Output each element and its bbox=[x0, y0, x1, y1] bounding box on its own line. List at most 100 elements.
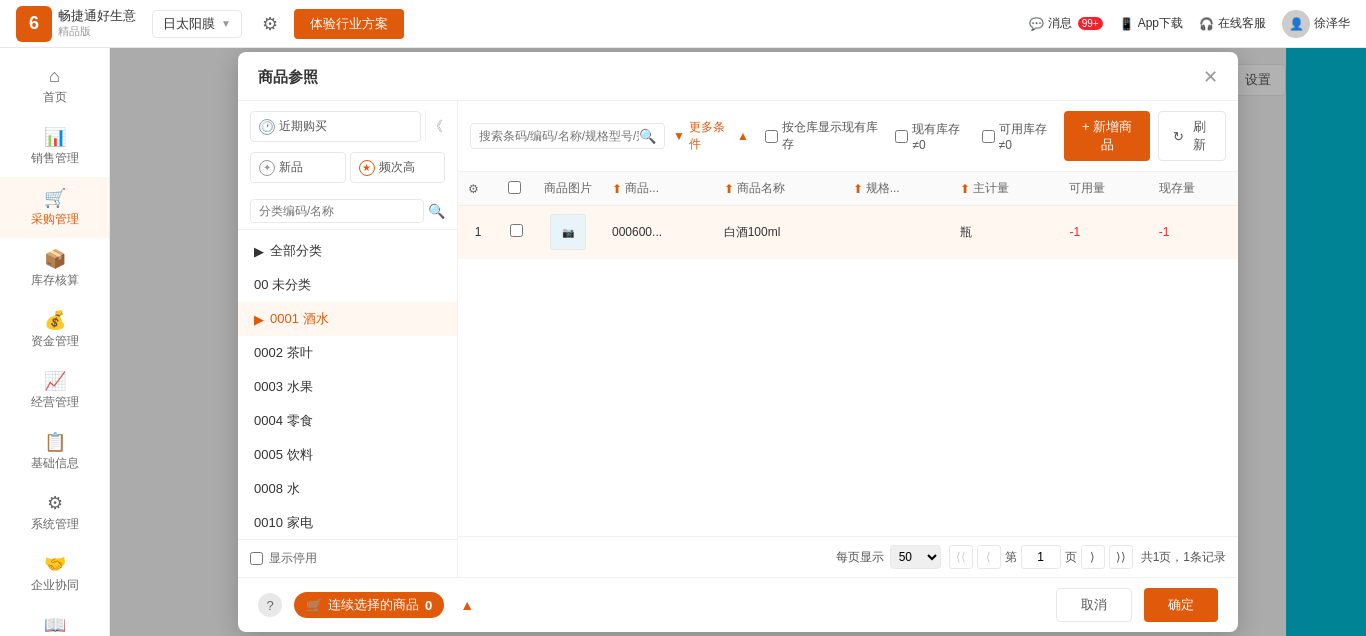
category-search-input[interactable] bbox=[250, 199, 424, 223]
category-0003[interactable]: 0003 水果 bbox=[238, 370, 457, 404]
chevron-up-icon: ▲ bbox=[737, 129, 749, 143]
expand-icon: ▶ bbox=[254, 244, 264, 259]
category-all[interactable]: ▶ 全部分类 bbox=[238, 234, 457, 268]
cart-badge[interactable]: 🛒 连续选择的商品 0 bbox=[294, 592, 444, 618]
new-products-button[interactable]: ✦ 新品 bbox=[250, 152, 346, 183]
logo-text: 畅捷通好生意 bbox=[58, 8, 136, 25]
category-0001[interactable]: ▶ 0001 酒水 bbox=[238, 302, 457, 336]
th-available[interactable]: 可用量 bbox=[1059, 172, 1148, 206]
check-usable-label[interactable]: 可用库存≠0 bbox=[982, 121, 1056, 152]
inventory-icon: 📦 bbox=[44, 248, 66, 270]
first-page-button[interactable]: ⟨⟨ bbox=[949, 545, 973, 569]
th-image[interactable]: 商品图片 bbox=[534, 172, 602, 206]
close-button[interactable]: ✕ bbox=[1203, 66, 1218, 88]
category-0010[interactable]: 0010 家电 bbox=[238, 506, 457, 539]
show-disabled-checkbox[interactable] bbox=[250, 552, 263, 565]
product-search-input[interactable] bbox=[479, 129, 639, 143]
sidebar-item-inventory[interactable]: 📦 库存核算 bbox=[0, 238, 109, 299]
sort-icon-unit: ⬆ bbox=[960, 182, 970, 196]
check-usable-ne0[interactable] bbox=[982, 130, 995, 143]
category-search-icon[interactable]: 🔍 bbox=[428, 203, 445, 219]
row-checkbox[interactable] bbox=[510, 224, 523, 237]
collapse-left-button[interactable]: 《 bbox=[425, 111, 445, 142]
action-buttons: + 新增商品 ↻ 刷新 bbox=[1064, 111, 1226, 161]
table-header: ⚙ 商品图片 bbox=[458, 172, 1238, 206]
td-name: 白酒100ml bbox=[714, 206, 843, 259]
check-warehouse-label[interactable]: 按仓库显示现有库存 bbox=[765, 119, 884, 153]
sidebar-item-finance[interactable]: 💰 资金管理 bbox=[0, 299, 109, 360]
th-name[interactable]: ⬆ 商品名称 bbox=[714, 172, 843, 206]
quick-btns: ✦ 新品 ★ 频次高 bbox=[238, 152, 457, 193]
sidebar-item-home[interactable]: ⌂ 首页 bbox=[0, 56, 109, 116]
message-icon: 💬 bbox=[1029, 17, 1044, 31]
sidebar-item-basic[interactable]: 📋 基础信息 bbox=[0, 421, 109, 482]
modal-title: 商品参照 bbox=[258, 68, 318, 87]
content-area: 查询 设置 刷新 商品参照 ✕ bbox=[110, 48, 1366, 636]
messages-button[interactable]: 💬 消息 99+ bbox=[1029, 15, 1103, 32]
filter-icon: ▼ bbox=[673, 129, 685, 143]
category-00[interactable]: 00 未分类 bbox=[238, 268, 457, 302]
nav-selector[interactable]: 日太阳膜 ▼ bbox=[152, 10, 242, 38]
th-unit[interactable]: ⬆ 主计量 bbox=[950, 172, 1060, 206]
add-product-button[interactable]: + 新增商品 bbox=[1064, 111, 1150, 161]
refresh-button[interactable]: ↻ 刷新 bbox=[1158, 111, 1226, 161]
cancel-button[interactable]: 取消 bbox=[1056, 588, 1132, 622]
category-0002[interactable]: 0002 茶叶 bbox=[238, 336, 457, 370]
app-download-button[interactable]: 📱 App下载 bbox=[1119, 15, 1183, 32]
th-settings[interactable]: ⚙ bbox=[458, 172, 498, 206]
sidebar-item-system[interactable]: ⚙ 系统管理 bbox=[0, 482, 109, 543]
modal-overlay: 商品参照 ✕ 🕐 近期购买 《 bbox=[110, 48, 1366, 636]
category-0008[interactable]: 0008 水 bbox=[238, 472, 457, 506]
nav-right: 💬 消息 99+ 📱 App下载 🎧 在线客服 👤 徐泽华 bbox=[1029, 10, 1350, 38]
sidebar-item-sales[interactable]: 📊 销售管理 bbox=[0, 116, 109, 177]
td-image: 📷 bbox=[534, 206, 602, 259]
cart-icon: 🛒 bbox=[306, 598, 322, 613]
frequent-button[interactable]: ★ 频次高 bbox=[350, 152, 446, 183]
recent-icon: 🕐 bbox=[259, 119, 275, 135]
check-available-label[interactable]: 现有库存≠0 bbox=[895, 121, 969, 152]
filter-checkboxes: 按仓库显示现有库存 现有库存≠0 可用库存≠0 bbox=[765, 119, 1056, 153]
sidebar-item-operations[interactable]: 📈 经营管理 bbox=[0, 360, 109, 421]
sidebar-item-guide[interactable]: 📖 新手引导 bbox=[0, 604, 109, 636]
frequent-icon: ★ bbox=[359, 160, 375, 176]
basic-info-icon: 📋 bbox=[44, 431, 66, 453]
avatar: 👤 bbox=[1282, 10, 1310, 38]
collapse-footer-button[interactable]: ▲ bbox=[460, 597, 474, 613]
phone-icon: 📱 bbox=[1119, 17, 1134, 31]
guide-icon: 📖 bbox=[44, 614, 66, 636]
product-search-icon[interactable]: 🔍 bbox=[639, 128, 656, 144]
sidebar-item-collab[interactable]: 🤝 企业协同 bbox=[0, 543, 109, 604]
last-page-button[interactable]: ⟩⟩ bbox=[1109, 545, 1133, 569]
th-checkbox[interactable] bbox=[498, 172, 534, 206]
check-available-ne0[interactable] bbox=[895, 130, 908, 143]
chevron-down-icon: ▼ bbox=[221, 18, 231, 29]
logo: 6 畅捷通好生意 精品版 bbox=[16, 6, 136, 42]
confirm-button[interactable]: 确定 bbox=[1144, 588, 1218, 622]
finance-icon: 💰 bbox=[44, 309, 66, 331]
per-page-select[interactable]: 50 100 200 bbox=[890, 545, 941, 569]
table-row[interactable]: 1 📷 000600... 白酒100ml bbox=[458, 206, 1238, 259]
prev-page-button[interactable]: ⟨ bbox=[977, 545, 1001, 569]
check-warehouse[interactable] bbox=[765, 130, 778, 143]
cta-button[interactable]: 体验行业方案 bbox=[294, 9, 404, 39]
total-records: 共1页，1条记录 bbox=[1141, 549, 1226, 566]
settings-icon[interactable]: ⚙ bbox=[254, 8, 286, 40]
modal-body: 🕐 近期购买 《 ✦ 新品 ★ 频次 bbox=[238, 101, 1238, 577]
th-spec[interactable]: ⬆ 规格... bbox=[843, 172, 950, 206]
sidebar-item-purchase[interactable]: 🛒 采购管理 bbox=[0, 177, 109, 238]
help-button[interactable]: ? bbox=[258, 593, 282, 617]
th-stock[interactable]: 现存量 bbox=[1149, 172, 1238, 206]
recent-purchase-button[interactable]: 🕐 近期购买 bbox=[250, 111, 421, 142]
td-check[interactable] bbox=[498, 206, 534, 259]
more-conditions-button[interactable]: ▼ 更多条件 ▲ bbox=[673, 119, 749, 153]
online-service-button[interactable]: 🎧 在线客服 bbox=[1199, 15, 1266, 32]
select-all-checkbox[interactable] bbox=[508, 181, 521, 194]
cart-count: 0 bbox=[425, 598, 432, 613]
next-page-button[interactable]: ⟩ bbox=[1081, 545, 1105, 569]
th-code[interactable]: ⬆ 商品... bbox=[602, 172, 714, 206]
category-0004[interactable]: 0004 零食 bbox=[238, 404, 457, 438]
user-menu[interactable]: 👤 徐泽华 bbox=[1282, 10, 1350, 38]
product-reference-modal: 商品参照 ✕ 🕐 近期购买 《 bbox=[238, 52, 1238, 632]
category-0005[interactable]: 0005 饮料 bbox=[238, 438, 457, 472]
page-number-input[interactable] bbox=[1021, 545, 1061, 569]
